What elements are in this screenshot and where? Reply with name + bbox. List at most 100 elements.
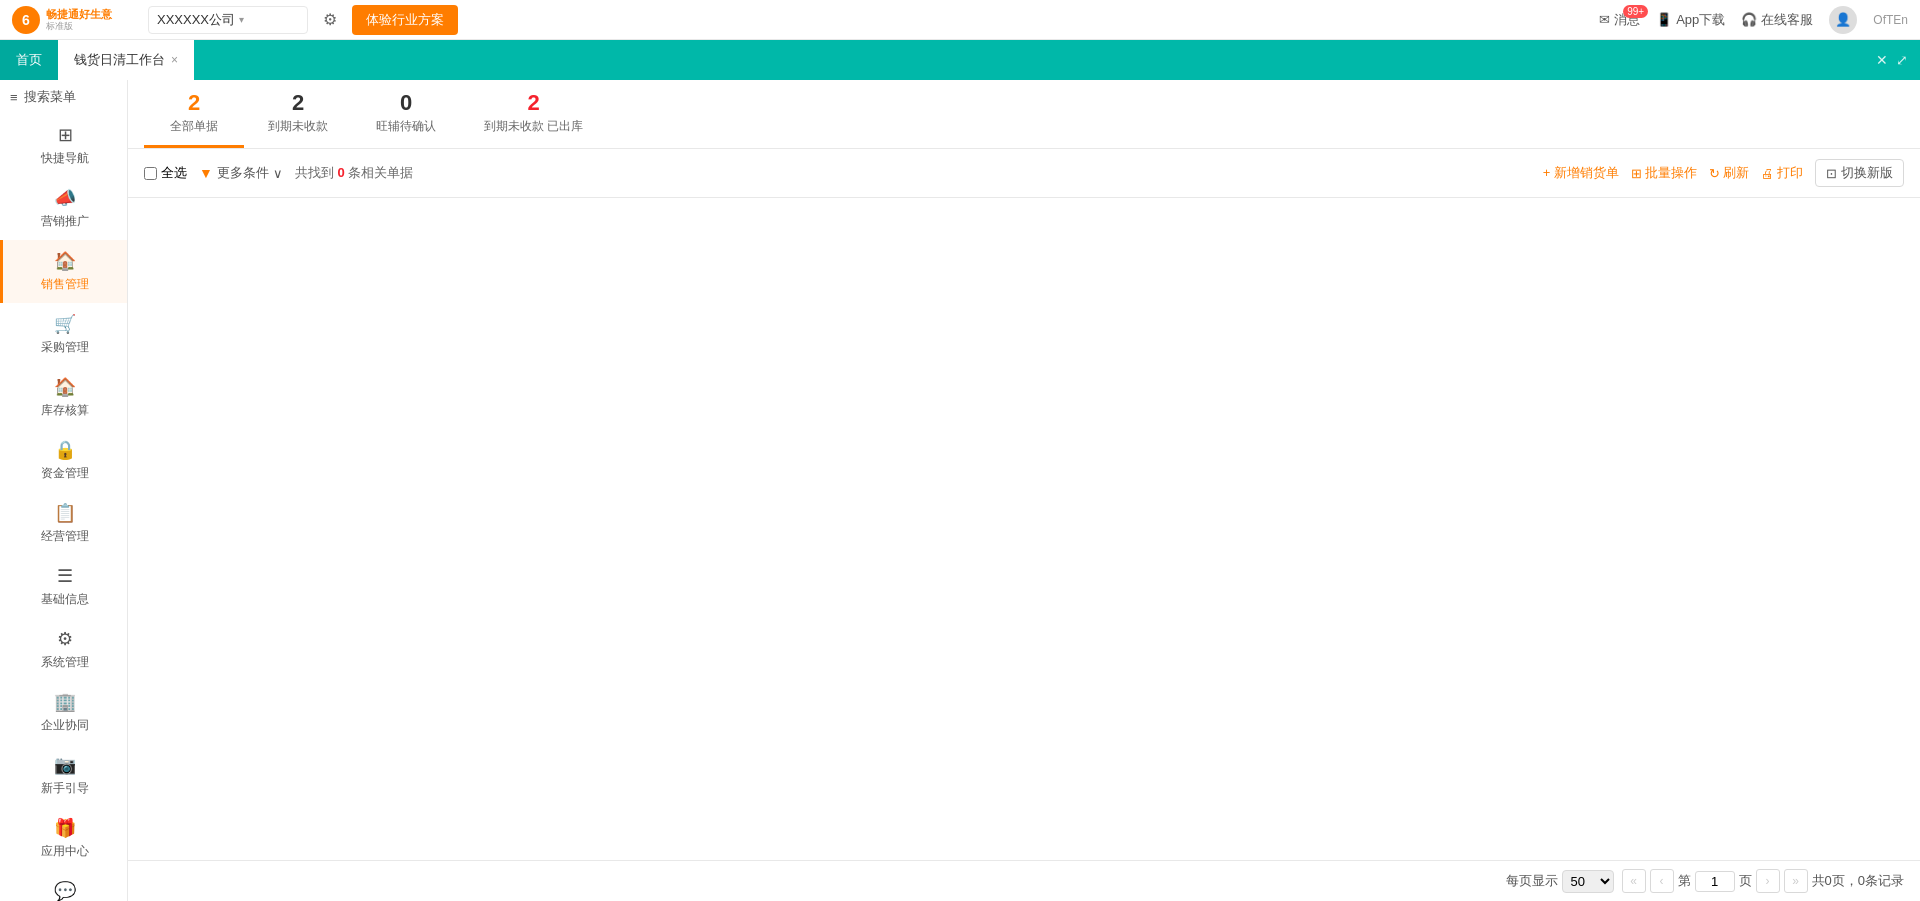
logo-sub: 标准版 <box>46 21 112 32</box>
tab-close-window-icon[interactable]: ✕ <box>1876 52 1888 68</box>
select-all-label: 全选 <box>161 164 187 182</box>
stats-pending-label: 旺辅待确认 <box>376 118 436 135</box>
app-center-label: 应用中心 <box>41 843 89 860</box>
sidebar-item-app-center[interactable]: 🎁 应用中心 <box>0 807 127 870</box>
company-selector[interactable]: XXXXXX公司 ▾ <box>148 6 308 34</box>
sidebar-item-quick-nav[interactable]: ⊞ 快捷导航 <box>0 114 127 177</box>
switch-icon: ⊡ <box>1826 166 1837 181</box>
stats-overdue-label: 到期未收款 <box>268 118 328 135</box>
total-records-label: 共0页，0条记录 <box>1812 872 1904 890</box>
main-layout: ≡ 搜索菜单 ⊞ 快捷导航 📣 营销推广 🏠 销售管理 🛒 采购管理 🏠 库存核… <box>0 80 1920 901</box>
stats-tab-pending[interactable]: 0 旺辅待确认 <box>352 80 460 148</box>
batch-label: 批量操作 <box>1645 164 1697 182</box>
found-prefix: 共找到 <box>295 165 334 180</box>
table-area <box>128 198 1920 860</box>
company-dropdown-arrow: ▾ <box>239 14 244 25</box>
sidebar-item-inventory[interactable]: 🏠 库存核算 <box>0 366 127 429</box>
sidebar-item-cooperation[interactable]: 🏢 企业协同 <box>0 681 127 744</box>
logo-main: 畅捷通好生意 <box>46 8 112 21</box>
next-page-btn[interactable]: › <box>1756 869 1780 893</box>
finance-label: 资金管理 <box>41 465 89 482</box>
stats-all-count: 2 <box>188 90 200 116</box>
last-page-btn[interactable]: » <box>1784 869 1808 893</box>
switch-button[interactable]: ⊡ 切换新版 <box>1815 159 1904 187</box>
filter-icon: ▼ <box>199 165 213 181</box>
page-label: 第 <box>1678 872 1691 890</box>
sidebar-item-finance[interactable]: 🔒 资金管理 <box>0 429 127 492</box>
tabbar-actions: ✕ ⤢ <box>1876 52 1920 68</box>
company-name: XXXXXX公司 <box>157 11 235 29</box>
settings-icon[interactable]: ⚙ <box>316 6 344 34</box>
cooperation-icon: 🏢 <box>54 691 76 713</box>
sidebar-item-system[interactable]: ⚙ 系统管理 <box>0 618 127 681</box>
guide-icon: 📷 <box>54 754 76 776</box>
tab-home[interactable]: 首页 <box>0 40 58 80</box>
sidebar-item-purchase[interactable]: 🛒 采购管理 <box>0 303 127 366</box>
tab-close-icon[interactable]: × <box>171 53 178 67</box>
cooperation-label: 企业协同 <box>41 717 89 734</box>
refresh-label: 刷新 <box>1723 164 1749 182</box>
sidebar-item-operations[interactable]: 📋 经营管理 <box>0 492 127 555</box>
print-icon: 🖨 <box>1761 166 1774 181</box>
switch-label: 切换新版 <box>1841 164 1893 182</box>
content: 2 全部单据 2 到期未收款 0 旺辅待确认 2 到期未收款 已出库 全选 <box>128 80 1920 901</box>
sidebar-item-guide[interactable]: 📷 新手引导 <box>0 744 127 807</box>
sales-label: 销售管理 <box>41 276 89 293</box>
refresh-icon: ↻ <box>1709 166 1720 181</box>
filter-button[interactable]: ▼ 更多条件 ∨ <box>199 164 283 182</box>
sidebar-item-wechat[interactable]: 💬 企业微信 <box>0 870 127 901</box>
online-service-btn[interactable]: 🎧 在线客服 <box>1741 11 1813 29</box>
topbar-right: ✉ 消息 99+ 📱 App下载 🎧 在线客服 👤 OfTEn <box>1599 6 1908 34</box>
tab-home-label: 首页 <box>16 51 42 69</box>
toolbar-left: 全选 ▼ 更多条件 ∨ 共找到 0 条相关单据 <box>144 164 413 182</box>
pagination-nav: « ‹ 第 页 › » 共0页，0条记录 <box>1622 869 1904 893</box>
stats-overdue-out-count: 2 <box>528 90 540 116</box>
trial-button[interactable]: 体验行业方案 <box>352 5 458 35</box>
select-all-checkbox[interactable]: 全选 <box>144 164 187 182</box>
stats-tab-overdue[interactable]: 2 到期未收款 <box>244 80 352 148</box>
per-page-select[interactable]: 50 100 <box>1562 870 1614 893</box>
sidebar-item-marketing[interactable]: 📣 营销推广 <box>0 177 127 240</box>
select-all-input[interactable] <box>144 167 157 180</box>
sidebar-item-basic-info[interactable]: ☰ 基础信息 <box>0 555 127 618</box>
first-page-btn[interactable]: « <box>1622 869 1646 893</box>
username-display[interactable]: OfTEn <box>1873 13 1908 27</box>
prev-page-btn[interactable]: ‹ <box>1650 869 1674 893</box>
message-btn[interactable]: ✉ 消息 99+ <box>1599 11 1640 29</box>
sidebar-item-sales[interactable]: 🏠 销售管理 <box>0 240 127 303</box>
refresh-button[interactable]: ↻ 刷新 <box>1709 164 1749 182</box>
operations-icon: 📋 <box>54 502 76 524</box>
quick-nav-label: 快捷导航 <box>41 150 89 167</box>
found-text: 共找到 0 条相关单据 <box>295 164 413 182</box>
app-download-btn[interactable]: 📱 App下载 <box>1656 11 1725 29</box>
marketing-label: 营销推广 <box>41 213 89 230</box>
service-icon: 🎧 <box>1741 12 1757 27</box>
found-count: 0 <box>337 165 344 180</box>
system-icon: ⚙ <box>57 628 73 650</box>
stats-tab-overdue-out[interactable]: 2 到期未收款 已出库 <box>460 80 607 148</box>
sidebar-search[interactable]: ≡ 搜索菜单 <box>0 80 127 114</box>
pagination: 每页显示 50 100 « ‹ 第 页 › » 共0页，0条记录 <box>128 860 1920 901</box>
new-order-button[interactable]: + 新增销货单 <box>1543 164 1619 182</box>
tab-work-label: 钱货日清工作台 <box>74 51 165 69</box>
filter-label: 更多条件 <box>217 164 269 182</box>
topbar: 6 畅捷通好生意 标准版 XXXXXX公司 ▾ ⚙ 体验行业方案 ✉ 消息 99… <box>0 0 1920 40</box>
stats-pending-count: 0 <box>400 90 412 116</box>
app-download-label: App下载 <box>1676 11 1725 29</box>
stats-tabs: 2 全部单据 2 到期未收款 0 旺辅待确认 2 到期未收款 已出库 <box>128 80 1920 149</box>
purchase-label: 采购管理 <box>41 339 89 356</box>
page-input[interactable] <box>1695 871 1735 892</box>
batch-button[interactable]: ⊞ 批量操作 <box>1631 164 1697 182</box>
operations-label: 经营管理 <box>41 528 89 545</box>
page-suffix: 页 <box>1739 872 1752 890</box>
logo-area: 6 畅捷通好生意 标准版 <box>12 6 140 34</box>
tab-maximize-icon[interactable]: ⤢ <box>1896 52 1908 68</box>
tab-work[interactable]: 钱货日清工作台 × <box>58 40 194 80</box>
search-menu-icon: ≡ <box>10 90 18 105</box>
print-button[interactable]: 🖨 打印 <box>1761 164 1803 182</box>
stats-overdue-out-label: 到期未收款 已出库 <box>484 118 583 135</box>
basic-info-icon: ☰ <box>57 565 73 587</box>
avatar[interactable]: 👤 <box>1829 6 1857 34</box>
sidebar: ≡ 搜索菜单 ⊞ 快捷导航 📣 营销推广 🏠 销售管理 🛒 采购管理 🏠 库存核… <box>0 80 128 901</box>
stats-tab-all[interactable]: 2 全部单据 <box>144 80 244 148</box>
